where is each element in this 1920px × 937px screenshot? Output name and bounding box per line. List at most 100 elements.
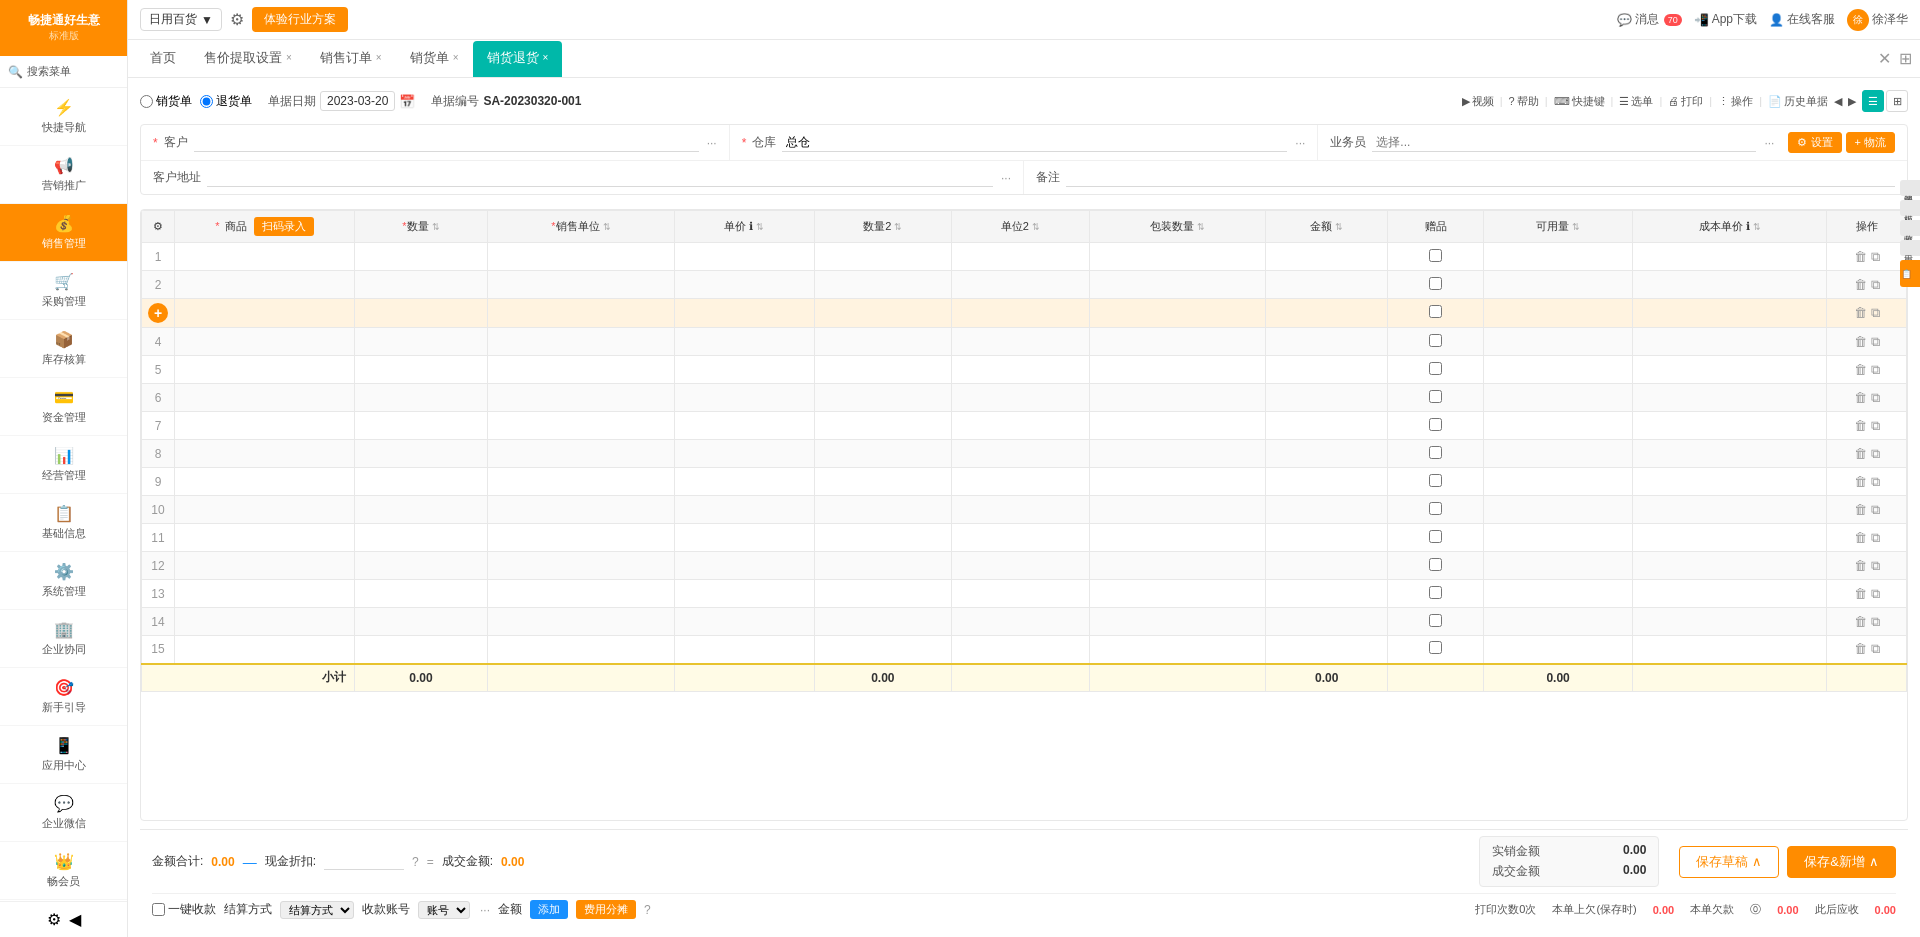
gift-check-7[interactable] [1429, 418, 1442, 431]
row-3-cost-price[interactable] [1633, 299, 1827, 328]
row-2-price[interactable] [674, 271, 814, 299]
row-2-gift[interactable] [1388, 271, 1483, 299]
sidebar-item-purchase[interactable]: 🛒 采购管理 [0, 262, 127, 320]
settings-gear-icon[interactable]: ⚙ [47, 910, 61, 929]
sidebar-item-enterprise[interactable]: 🏢 企业协同 [0, 610, 127, 668]
gift-check-12[interactable] [1429, 558, 1442, 571]
gift-check-11[interactable] [1429, 530, 1442, 543]
row-1-cost-price[interactable] [1633, 243, 1827, 271]
app-download-btn[interactable]: 📲 App下载 [1694, 11, 1757, 28]
account-select[interactable]: 账号 [418, 901, 470, 919]
tab-return-close[interactable]: × [543, 52, 549, 63]
print-btn[interactable]: 🖨 打印 [1668, 94, 1703, 109]
copy-row-12[interactable]: ⧉ [1871, 558, 1880, 574]
row-1-pack-qty[interactable] [1089, 243, 1265, 271]
message-btn[interactable]: 💬 消息 70 [1617, 11, 1682, 28]
gift-check-10[interactable] [1429, 502, 1442, 515]
row-1-qty2[interactable] [814, 243, 952, 271]
sidebar-item-guide[interactable]: 🎯 新手引导 [0, 668, 127, 726]
tab-sale-bill[interactable]: 销货单 × [396, 41, 473, 77]
delete-row-7[interactable]: 🗑 [1854, 418, 1867, 434]
row-2-cost-price[interactable] [1633, 271, 1827, 299]
logistics-button[interactable]: + 物流 [1846, 132, 1895, 153]
delete-row-6[interactable]: 🗑 [1854, 390, 1867, 406]
settings-icon[interactable]: ⚙ [153, 220, 163, 232]
row-1-qty[interactable] [355, 243, 488, 271]
module-selector[interactable]: 日用百货 ▼ [140, 8, 222, 31]
right-btn-5[interactable]: 📋 [1900, 260, 1920, 287]
gift-check-15[interactable] [1429, 641, 1442, 654]
row-3-price[interactable] [674, 299, 814, 328]
sidebar-item-basic[interactable]: 📋 基础信息 [0, 494, 127, 552]
delete-row-8[interactable]: 🗑 [1854, 446, 1867, 462]
salesperson-input[interactable] [1372, 133, 1756, 152]
add-row-btn[interactable]: + [148, 303, 168, 323]
row-1-sale-unit[interactable] [487, 243, 674, 271]
note-input[interactable] [1066, 168, 1895, 187]
card-view-btn[interactable]: ⊞ [1886, 90, 1908, 112]
row-3-amount[interactable] [1265, 299, 1388, 328]
save-draft-button[interactable]: 保存草稿 ∧ [1679, 846, 1779, 878]
customer-input[interactable] [194, 133, 699, 152]
radio-return-input[interactable] [200, 95, 213, 108]
copy-row-5[interactable]: ⧉ [1871, 362, 1880, 378]
copy-row-4[interactable]: ⧉ [1871, 334, 1880, 350]
scan-input-btn[interactable]: 扫码录入 [254, 217, 314, 236]
gift-check-13[interactable] [1429, 586, 1442, 599]
row-1-unit2[interactable] [952, 243, 1090, 271]
copy-row-1[interactable]: ⧉ [1871, 249, 1880, 265]
delete-row-11[interactable]: 🗑 [1854, 530, 1867, 546]
delete-row-2[interactable]: 🗑 [1854, 277, 1867, 293]
save-new-button[interactable]: 保存&新增 ∧ [1787, 846, 1896, 878]
delete-row-4[interactable]: 🗑 [1854, 334, 1867, 350]
row-2-product[interactable] [175, 271, 355, 299]
fee-help-icon[interactable]: ? [644, 903, 651, 917]
set-button[interactable]: ⚙ 设置 [1788, 132, 1841, 153]
grid-view-btn[interactable]: ☰ [1862, 90, 1884, 112]
warehouse-picker[interactable]: ··· [1295, 136, 1305, 150]
row-3-product[interactable] [175, 299, 355, 328]
sidebar-item-wechat[interactable]: 💬 企业微信 [0, 784, 127, 842]
sidebar-item-search[interactable]: 🔍 搜索菜单 [0, 56, 127, 88]
right-btn-4[interactable]: 日志 [1900, 240, 1920, 256]
fee-split-btn[interactable]: 费用分摊 [576, 900, 636, 919]
row-2-available[interactable] [1483, 271, 1632, 299]
nav-prev[interactable]: ◀ [1834, 95, 1842, 108]
tab-sales-order-close[interactable]: × [376, 52, 382, 63]
tab-sales-order[interactable]: 销售订单 × [306, 41, 396, 77]
copy-row-8[interactable]: ⧉ [1871, 446, 1880, 462]
sidebar-item-promo[interactable]: 📢 营销推广 [0, 146, 127, 204]
row-2-qty[interactable] [355, 271, 488, 299]
gift-check-6[interactable] [1429, 390, 1442, 403]
copy-row-15[interactable]: ⧉ [1871, 641, 1880, 657]
sidebar-item-shortcut[interactable]: ⚡ 快捷导航 [0, 88, 127, 146]
right-btn-3[interactable]: 收藏 [1900, 220, 1920, 236]
row-1-product[interactable] [175, 243, 355, 271]
tab-home[interactable]: 首页 [136, 41, 190, 77]
delete-row-12[interactable]: 🗑 [1854, 558, 1867, 574]
gift-check-5[interactable] [1429, 362, 1442, 375]
row-2-amount[interactable] [1265, 271, 1388, 299]
gift-check-9[interactable] [1429, 474, 1442, 487]
video-btn[interactable]: ▶ 视频 [1462, 94, 1494, 109]
row-3-plus[interactable]: + [142, 299, 175, 328]
account-picker[interactable]: ··· [480, 903, 490, 917]
sidebar-item-system[interactable]: ⚙️ 系统管理 [0, 552, 127, 610]
tab-price-extract[interactable]: 售价提取设置 × [190, 41, 306, 77]
help-btn[interactable]: ? 帮助 [1509, 94, 1539, 109]
gift-check-4[interactable] [1429, 334, 1442, 347]
sidebar-item-member[interactable]: 👑 畅会员 [0, 842, 127, 900]
address-picker[interactable]: ··· [1001, 171, 1011, 185]
user-info-btn[interactable]: 徐 徐泽华 [1847, 9, 1908, 31]
online-service-btn[interactable]: 👤 在线客服 [1769, 11, 1835, 28]
gift-check-1[interactable] [1429, 249, 1442, 262]
quick-payment-check[interactable]: 一键收款 [152, 901, 216, 918]
sidebar-item-sales[interactable]: 💰 销售管理 [0, 204, 127, 262]
gift-check-3[interactable] [1429, 305, 1442, 318]
customer-picker[interactable]: ··· [707, 136, 717, 150]
sidebar-item-inventory[interactable]: 📦 库存核算 [0, 320, 127, 378]
row-3-pack-qty[interactable] [1089, 299, 1265, 328]
discount-input[interactable] [324, 853, 404, 870]
warehouse-input[interactable] [782, 133, 1287, 152]
shortcut-key-btn[interactable]: ⌨ 快捷键 [1554, 94, 1605, 109]
